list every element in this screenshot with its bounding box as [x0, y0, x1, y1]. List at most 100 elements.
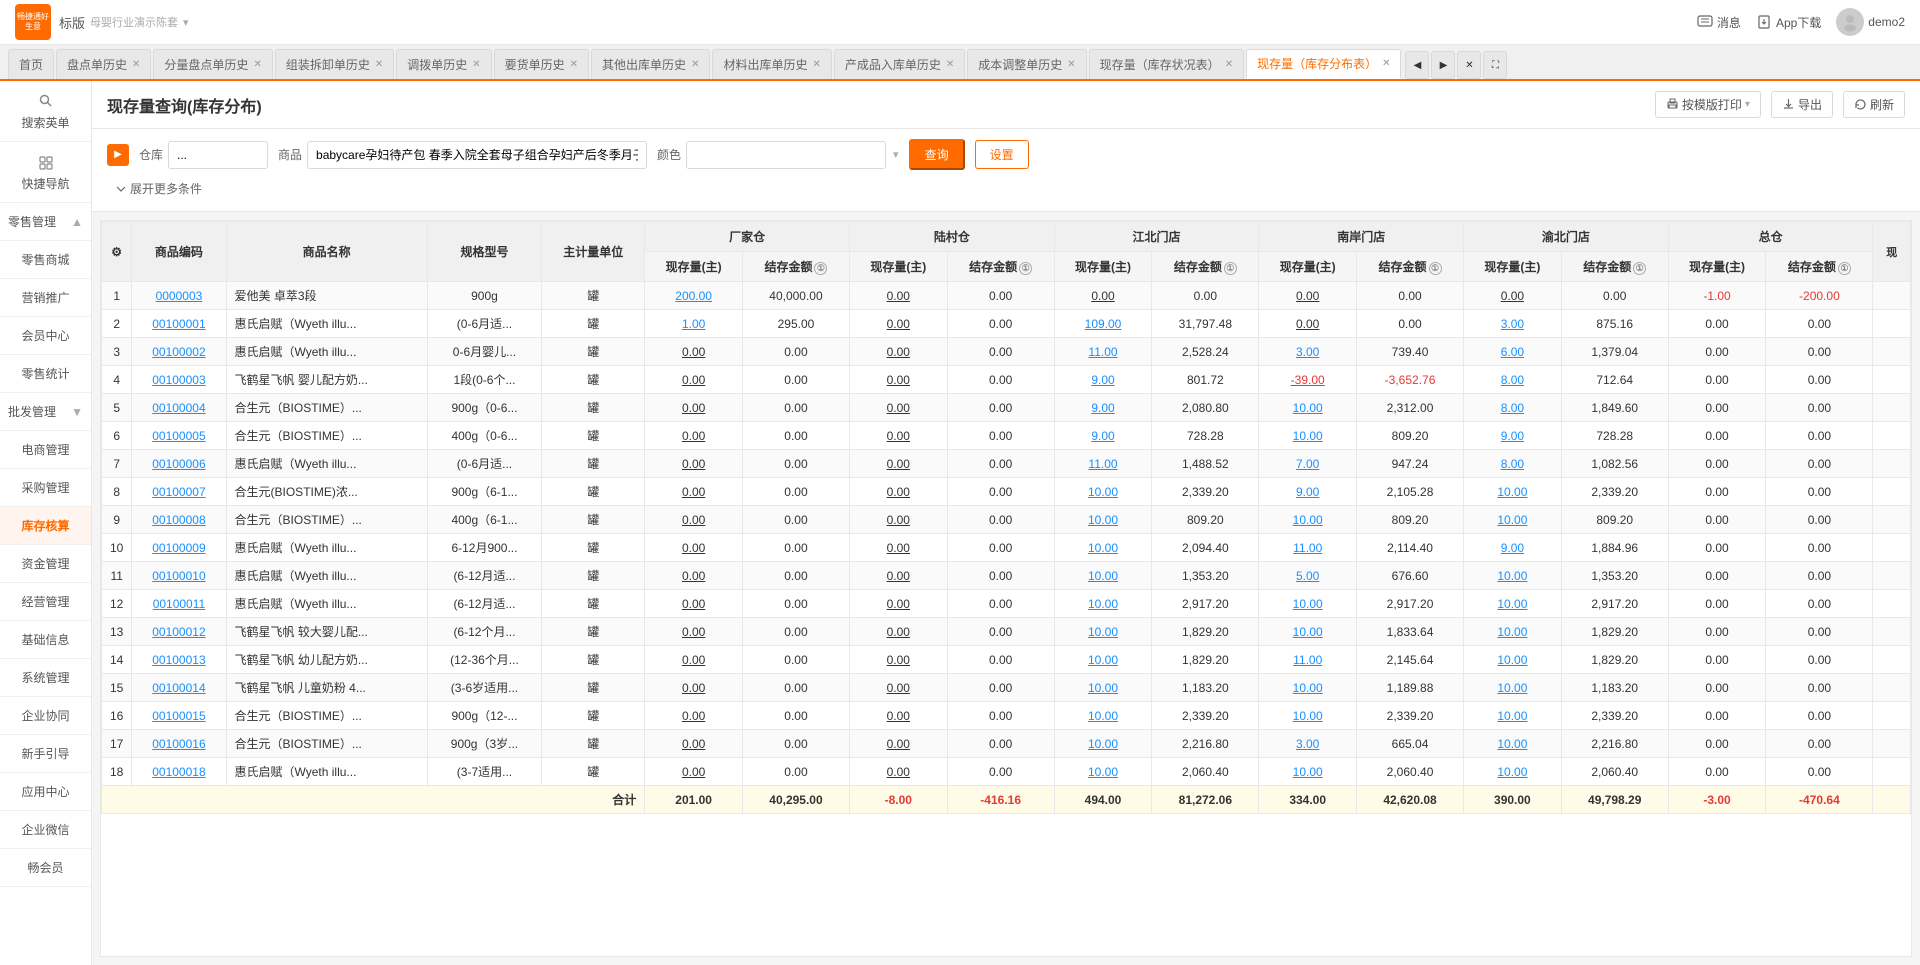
sidebar-item-member[interactable]: 会员中心 — [0, 317, 91, 355]
sidebar-item-finance[interactable]: 资金管理 — [0, 545, 91, 583]
td-name: 合生元(BIOSTIME)浓... — [226, 478, 427, 506]
warehouse-input[interactable] — [168, 141, 268, 169]
td-jb-qty: 10.00 — [1054, 562, 1152, 590]
sidebar-item-ecom[interactable]: 电商管理 — [0, 431, 91, 469]
sidebar-item-collab[interactable]: 企业协同 — [0, 697, 91, 735]
filter-expand-btn[interactable]: ▶ — [107, 144, 129, 166]
tab-close-icon[interactable]: ✕ — [691, 59, 699, 70]
filter-area: ▶ 仓库 商品 颜色 ▾ 查询 设置 — [92, 129, 1920, 212]
sidebar-item-retail-mgmt[interactable]: 零售管理 ▲ — [0, 203, 91, 241]
sidebar-item-wholesale[interactable]: 批发管理 ▼ — [0, 393, 91, 431]
tab-close-icon[interactable]: ✕ — [1225, 59, 1233, 70]
td-code: 0000003 — [132, 282, 226, 310]
query-btn[interactable]: 查询 — [909, 139, 965, 170]
sidebar-item-vip[interactable]: 畅会员 — [0, 849, 91, 887]
tab-order[interactable]: 要货单历史 ✕ — [494, 49, 589, 79]
summary-l-qty: -8.00 — [849, 786, 947, 814]
table-row: 14 00100013 飞鹤星飞帆 幼儿配方奶... (12-36个月... 罐… — [102, 646, 1911, 674]
tab-stock-status[interactable]: 现存量（库存状况表） ✕ — [1089, 49, 1244, 79]
td-nb-qty: 10.00 — [1259, 758, 1357, 786]
sidebar-item-wechat[interactable]: 企业微信 — [0, 811, 91, 849]
tab-other-out[interactable]: 其他出库单历史 ✕ — [591, 49, 710, 79]
td-l-qty: 0.00 — [849, 450, 947, 478]
sidebar-item-inventory[interactable]: 库存核算 — [0, 507, 91, 545]
tab-split-check[interactable]: 分量盘点单历史 ✕ — [153, 49, 272, 79]
td-jb-qty: 10.00 — [1054, 618, 1152, 646]
td-extra — [1873, 394, 1911, 422]
tab-close-icon[interactable]: ✕ — [1067, 59, 1075, 70]
tab-close-icon[interactable]: ✕ — [375, 59, 383, 70]
td-f-qty: 0.00 — [645, 478, 743, 506]
tab-inventory-check[interactable]: 盘点单历史 ✕ — [56, 49, 151, 79]
sidebar-item-marketing[interactable]: 营销推广 — [0, 279, 91, 317]
td-total-amt: 0.00 — [1766, 310, 1873, 338]
app-download-btn[interactable]: App下载 — [1756, 14, 1821, 31]
tab-close-icon[interactable]: ✕ — [253, 59, 261, 70]
color-input[interactable] — [686, 141, 886, 169]
refresh-btn[interactable]: 刷新 — [1843, 91, 1905, 118]
td-jb-amt: 2,060.40 — [1152, 758, 1259, 786]
sidebar-item-apps[interactable]: 应用中心 — [0, 773, 91, 811]
jb-amt-info-icon[interactable]: ① — [1224, 262, 1237, 275]
export-btn[interactable]: 导出 — [1771, 91, 1833, 118]
sidebar-item-search[interactable]: 搜索英单 — [0, 81, 91, 142]
company-selector[interactable]: 标版 — [59, 13, 85, 32]
f-amt-info-icon[interactable]: ① — [814, 262, 827, 275]
td-jb-qty: 0.00 — [1054, 282, 1152, 310]
tab-close-active-icon[interactable]: ✕ — [1382, 58, 1390, 69]
tab-close-icon[interactable]: ✕ — [570, 59, 578, 70]
td-l-qty: 0.00 — [849, 646, 947, 674]
sidebar-item-purchase[interactable]: 采购管理 — [0, 469, 91, 507]
sidebar-item-system[interactable]: 系统管理 — [0, 659, 91, 697]
tab-material-out[interactable]: 材料出库单历史 ✕ — [712, 49, 831, 79]
tab-prev-btn[interactable]: ◀ — [1405, 51, 1429, 79]
tab-stock-dist[interactable]: 现存量（库存分布表） ✕ — [1246, 49, 1401, 79]
td-jb-amt: 1,183.20 — [1152, 674, 1259, 702]
td-no: 4 — [102, 366, 132, 394]
message-btn[interactable]: 消息 — [1697, 14, 1741, 31]
td-code: 00100006 — [132, 450, 226, 478]
sidebar-item-retail-stats[interactable]: 零售统计 — [0, 355, 91, 393]
td-yb-amt: 1,379.04 — [1561, 338, 1668, 366]
sidebar-item-retail-shop[interactable]: 零售商城 — [0, 241, 91, 279]
tab-assemble[interactable]: 组装拆卸单历史 ✕ — [275, 49, 394, 79]
tab-expand-btn[interactable]: ⛶ — [1483, 51, 1507, 79]
sidebar-item-guide[interactable]: 新手引导 — [0, 735, 91, 773]
tab-close-icon[interactable]: ✕ — [132, 59, 140, 70]
td-total-qty: 0.00 — [1668, 534, 1766, 562]
tab-close-icon[interactable]: ✕ — [946, 59, 954, 70]
td-code: 00100008 — [132, 506, 226, 534]
td-f-amt: 0.00 — [742, 702, 849, 730]
sidebar-item-basic-info[interactable]: 基础信息 — [0, 621, 91, 659]
tab-finished-in[interactable]: 产成品入库单历史 ✕ — [834, 49, 965, 79]
user-menu[interactable]: demo2 — [1836, 8, 1905, 36]
td-nb-amt: 809.20 — [1357, 506, 1464, 534]
tab-home[interactable]: 首页 — [8, 49, 54, 79]
tab-transfer[interactable]: 调拨单历史 ✕ — [396, 49, 491, 79]
tab-next-btn[interactable]: ▶ — [1431, 51, 1455, 79]
tab-close-icon[interactable]: ✕ — [472, 59, 480, 70]
td-code: 00100004 — [132, 394, 226, 422]
total-amt-info-icon[interactable]: ① — [1838, 262, 1851, 275]
l-amt-info-icon[interactable]: ① — [1019, 262, 1032, 275]
product-input[interactable] — [307, 141, 647, 169]
sidebar-item-nav[interactable]: 快捷导航 — [0, 142, 91, 203]
tab-cost-adjust[interactable]: 成本调整单历史 ✕ — [967, 49, 1086, 79]
th-nb-qty: 现存量(主) — [1259, 252, 1357, 282]
nb-amt-info-icon[interactable]: ① — [1429, 262, 1442, 275]
table-row: 1 0000003 爱他美 卓萃3段 900g 罐 200.00 40,000.… — [102, 282, 1911, 310]
td-f-qty: 200.00 — [645, 282, 743, 310]
color-dropdown-icon[interactable]: ▾ — [893, 148, 899, 161]
td-l-qty: 0.00 — [849, 730, 947, 758]
sidebar-item-operation[interactable]: 经营管理 — [0, 583, 91, 621]
settings-btn[interactable]: 设置 — [975, 140, 1029, 169]
print-btn[interactable]: 按模版打印 ▾ — [1655, 91, 1761, 118]
yb-amt-info-icon[interactable]: ① — [1633, 262, 1646, 275]
tab-close-all-btn[interactable]: ✕ — [1457, 51, 1481, 79]
summary-l-amt: -416.16 — [947, 786, 1054, 814]
expand-conditions-btn[interactable]: 展开更多条件 — [107, 176, 1905, 201]
th-settings[interactable]: ⚙ — [102, 222, 132, 282]
tab-close-icon[interactable]: ✕ — [812, 59, 820, 70]
inventory-table-container[interactable]: ⚙ 商品编码 商品名称 规格型号 主计量单位 厂家仓 陆村仓 江北门店 南岸门店… — [100, 220, 1912, 957]
td-nb-qty: 10.00 — [1259, 618, 1357, 646]
